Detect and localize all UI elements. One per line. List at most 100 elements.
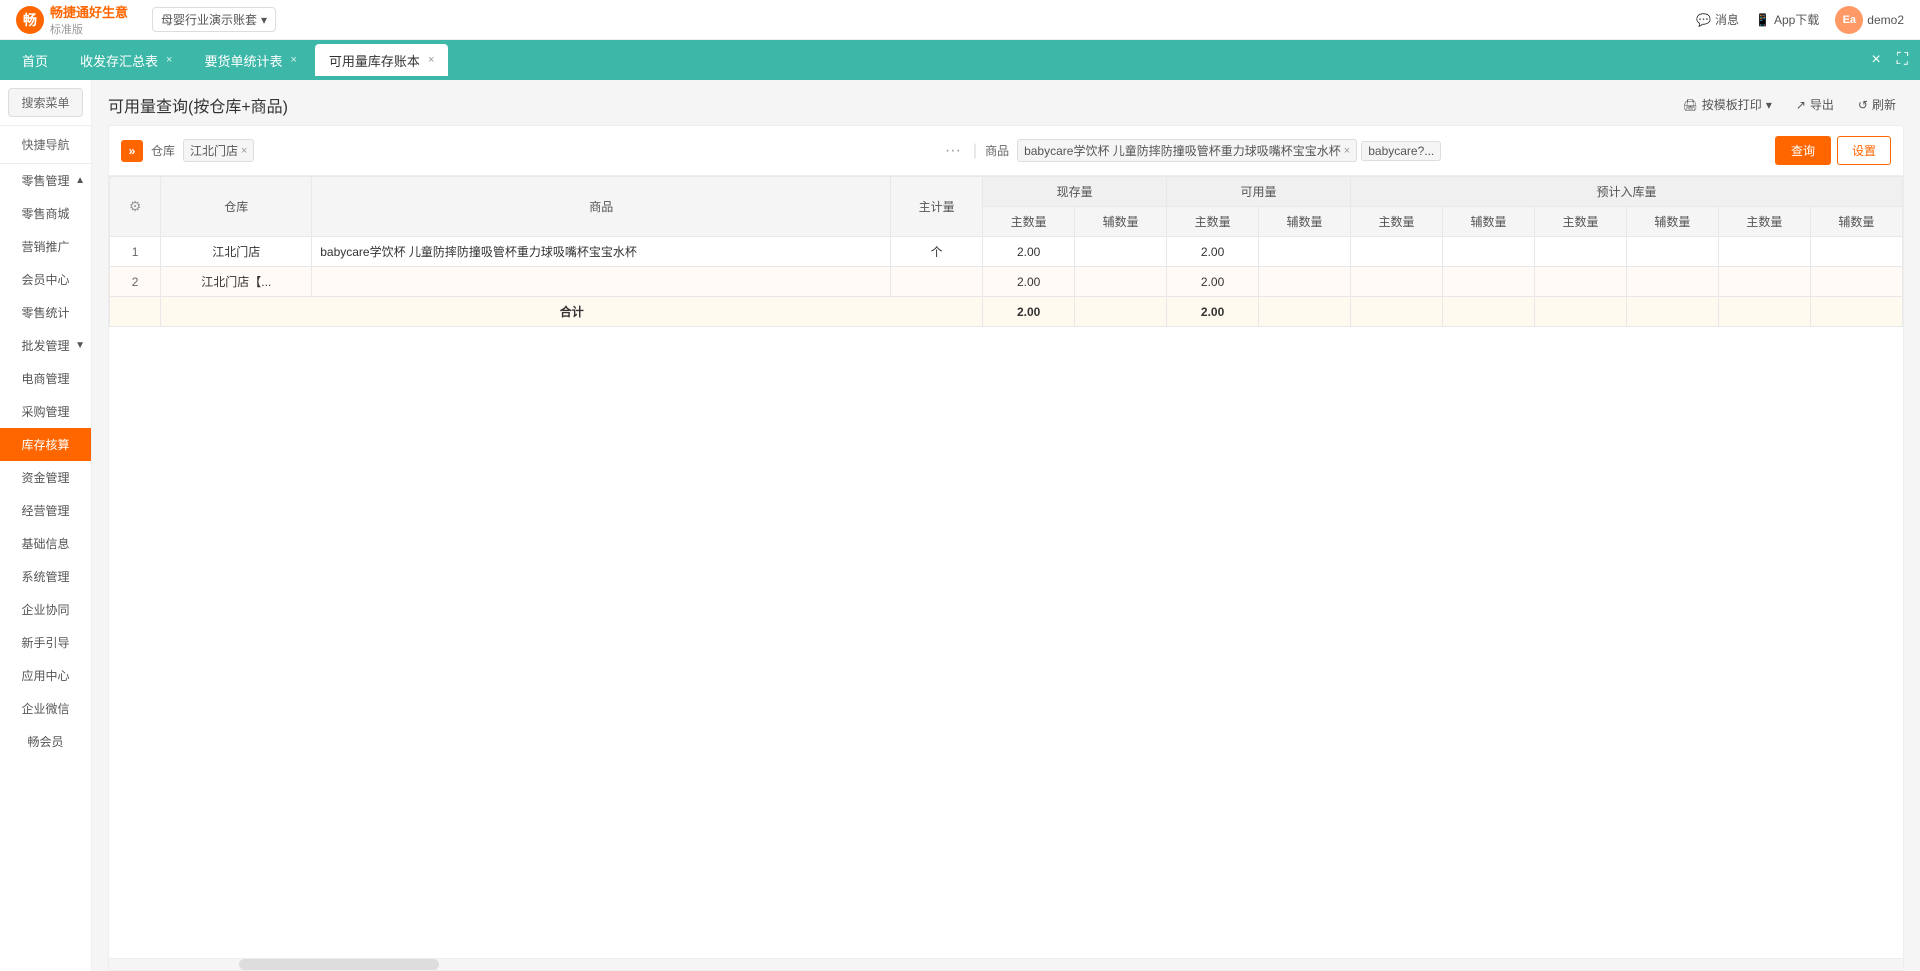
sidebar-item-retail-shop[interactable]: 零售商城 xyxy=(0,197,91,230)
tab-available-close[interactable]: × xyxy=(428,54,434,66)
print-btn[interactable]: 🖨 按模板打印 ▾ xyxy=(1675,92,1780,117)
filter-divider: | xyxy=(973,142,977,160)
sidebar-item-member2[interactable]: 畅会员 xyxy=(0,725,91,758)
warehouse-filter-label: 仓库 xyxy=(151,142,175,159)
setting-btn[interactable]: 设置 xyxy=(1837,136,1891,165)
sidebar-item-operation[interactable]: 经营管理 xyxy=(0,494,91,527)
product-tag2-value: babycare?... xyxy=(1368,144,1434,158)
sidebar-item-purchase[interactable]: 采购管理 xyxy=(0,395,91,428)
sidebar-item-marketing[interactable]: 营销推广 xyxy=(0,230,91,263)
print-label: 按模板打印 xyxy=(1702,96,1762,113)
summary-inbound-main xyxy=(1534,297,1626,327)
close-all-btn[interactable]: × xyxy=(1867,47,1884,73)
page-header: 可用量查询(按仓库+商品) 🖨 按模板打印 ▾ ↗ 导出 ↺ 刷新 xyxy=(92,80,1920,125)
th-inbound-main: 主数量 xyxy=(1534,207,1626,237)
row1-inbound-main xyxy=(1534,237,1626,267)
th-stock-sub: 辅数量 xyxy=(1075,207,1167,237)
sidebar-search-area: 搜索菜单 xyxy=(0,80,91,126)
main-layout: 搜索菜单 快捷导航 零售管理 ▲ 零售商城 营销推广 会员中心 零售统计 批发管… xyxy=(0,80,1920,971)
tab-receipt-close[interactable]: × xyxy=(166,54,172,66)
query-btn[interactable]: 查询 xyxy=(1775,136,1831,165)
row2-inbound-sub xyxy=(1626,267,1718,297)
row2-stock-sub xyxy=(1075,267,1167,297)
sidebar-item-wechat[interactable]: 企业微信 xyxy=(0,692,91,725)
product-tag1-value: babycare学饮杯 儿童防摔防撞吸管杯重力球吸嘴杯宝宝水杯 xyxy=(1024,142,1341,159)
sidebar-item-retail-stat[interactable]: 零售统计 xyxy=(0,296,91,329)
export-btn[interactable]: ↗ 导出 xyxy=(1788,92,1842,117)
warehouse-tag-remove[interactable]: × xyxy=(241,145,247,157)
refresh-btn[interactable]: ↺ 刷新 xyxy=(1850,92,1904,117)
warehouse-more-btn[interactable]: ··· xyxy=(941,142,965,160)
chevron-up-icon: ▲ xyxy=(75,175,85,186)
sidebar-item-app-center[interactable]: 应用中心 xyxy=(0,659,91,692)
sidebar-item-retail-mgmt[interactable]: 零售管理 ▲ xyxy=(0,164,91,197)
sidebar-item-ecommerce-label: 电商管理 xyxy=(21,370,69,387)
th-available-group: 可用量 xyxy=(1167,177,1351,207)
sidebar-item-enterprise[interactable]: 企业协同 xyxy=(0,593,91,626)
row1-warehouse: 江北门店 xyxy=(161,237,312,267)
th-purchase-main: 主数量 xyxy=(1351,207,1443,237)
tab-receipt[interactable]: 收发存汇总表 × xyxy=(66,44,186,76)
brand-sub: 标准版 xyxy=(50,21,128,37)
summary-stock-main: 2.00 xyxy=(983,297,1075,327)
content-area: 可用量查询(按仓库+商品) 🖨 按模板打印 ▾ ↗ 导出 ↺ 刷新 » xyxy=(92,80,1920,971)
message-label: 消息 xyxy=(1715,11,1739,28)
tab-order-stat-close[interactable]: × xyxy=(290,54,296,66)
th-available-sub: 辅数量 xyxy=(1259,207,1351,237)
sidebar-item-inventory[interactable]: 库存核算 xyxy=(0,428,91,461)
app-download-btn[interactable]: 📱 App下载 xyxy=(1755,11,1819,28)
th-gear[interactable]: ⚙ xyxy=(110,177,161,237)
expand-filter-btn[interactable]: » xyxy=(121,140,143,162)
tab-receipt-label: 收发存汇总表 xyxy=(80,51,158,70)
sidebar-item-finance[interactable]: 资金管理 xyxy=(0,461,91,494)
row2-production-sub xyxy=(1810,267,1902,297)
top-bar-right: 💬 消息 📱 App下载 Ea demo2 xyxy=(1696,6,1904,34)
tab-available[interactable]: 可用量库存账本 × xyxy=(315,44,448,76)
row2-stock-main: 2.00 xyxy=(983,267,1075,297)
th-purchase-sub: 辅数量 xyxy=(1443,207,1535,237)
summary-production-main xyxy=(1718,297,1810,327)
quick-nav-btn[interactable]: 快捷导航 xyxy=(0,130,91,159)
sidebar-item-purchase-label: 采购管理 xyxy=(21,403,69,420)
sidebar-item-basic[interactable]: 基础信息 xyxy=(0,527,91,560)
tab-home[interactable]: 首页 xyxy=(8,44,62,76)
chevron-down-icon: ▾ xyxy=(1766,98,1772,112)
summary-purchase-main xyxy=(1351,297,1443,327)
row2-production-main xyxy=(1718,267,1810,297)
export-icon: ↗ xyxy=(1796,98,1806,112)
th-forecast-group: 预计入库量 xyxy=(1351,177,1903,207)
sidebar: 搜索菜单 快捷导航 零售管理 ▲ 零售商城 营销推广 会员中心 零售统计 批发管… xyxy=(0,80,92,971)
row1-purchase-main xyxy=(1351,237,1443,267)
sidebar-item-wechat-label: 企业微信 xyxy=(21,700,69,717)
horizontal-scrollbar[interactable] xyxy=(108,959,1904,971)
product-tag1-remove[interactable]: × xyxy=(1344,145,1350,157)
sidebar-item-basic-label: 基础信息 xyxy=(21,535,69,552)
row1-stock-sub xyxy=(1075,237,1167,267)
sidebar-item-retail-shop-label: 零售商城 xyxy=(21,205,69,222)
sidebar-item-newbie[interactable]: 新手引导 xyxy=(0,626,91,659)
chevron-down-icon: ▼ xyxy=(75,340,85,351)
row2-inbound-main xyxy=(1534,267,1626,297)
top-bar: 畅 畅捷通好生意 标准版 母婴行业演示账套 ▾ 💬 消息 📱 App下载 Ea … xyxy=(0,0,1920,40)
message-btn[interactable]: 💬 消息 xyxy=(1696,11,1739,28)
sidebar-item-member[interactable]: 会员中心 xyxy=(0,263,91,296)
row1-inbound-sub xyxy=(1626,237,1718,267)
avatar: Ea xyxy=(1835,6,1863,34)
tab-order-stat[interactable]: 要货单统计表 × xyxy=(190,44,310,76)
sidebar-item-system[interactable]: 系统管理 xyxy=(0,560,91,593)
search-menu-btn[interactable]: 搜索菜单 xyxy=(8,88,83,117)
industry-selector[interactable]: 母婴行业演示账套 ▾ xyxy=(152,7,276,32)
scroll-thumb[interactable] xyxy=(239,959,439,970)
summary-row: 合计 2.00 2.00 xyxy=(110,297,1903,327)
summary-empty1 xyxy=(110,297,161,327)
user-menu[interactable]: Ea demo2 xyxy=(1835,6,1904,34)
phone-icon: 📱 xyxy=(1755,13,1770,27)
refresh-label: 刷新 xyxy=(1872,96,1896,113)
sidebar-item-ecommerce[interactable]: 电商管理 xyxy=(0,362,91,395)
nav-tabs: 首页 收发存汇总表 × 要货单统计表 × 可用量库存账本 × × ⛶ xyxy=(0,40,1920,80)
nav-tabs-right: × ⛶ xyxy=(1867,47,1912,73)
sidebar-item-retail-stat-label: 零售统计 xyxy=(21,304,69,321)
expand-btn[interactable]: ⛶ xyxy=(1893,47,1912,73)
th-available-main: 主数量 xyxy=(1167,207,1259,237)
sidebar-item-wholesale-mgmt[interactable]: 批发管理 ▼ xyxy=(0,329,91,362)
